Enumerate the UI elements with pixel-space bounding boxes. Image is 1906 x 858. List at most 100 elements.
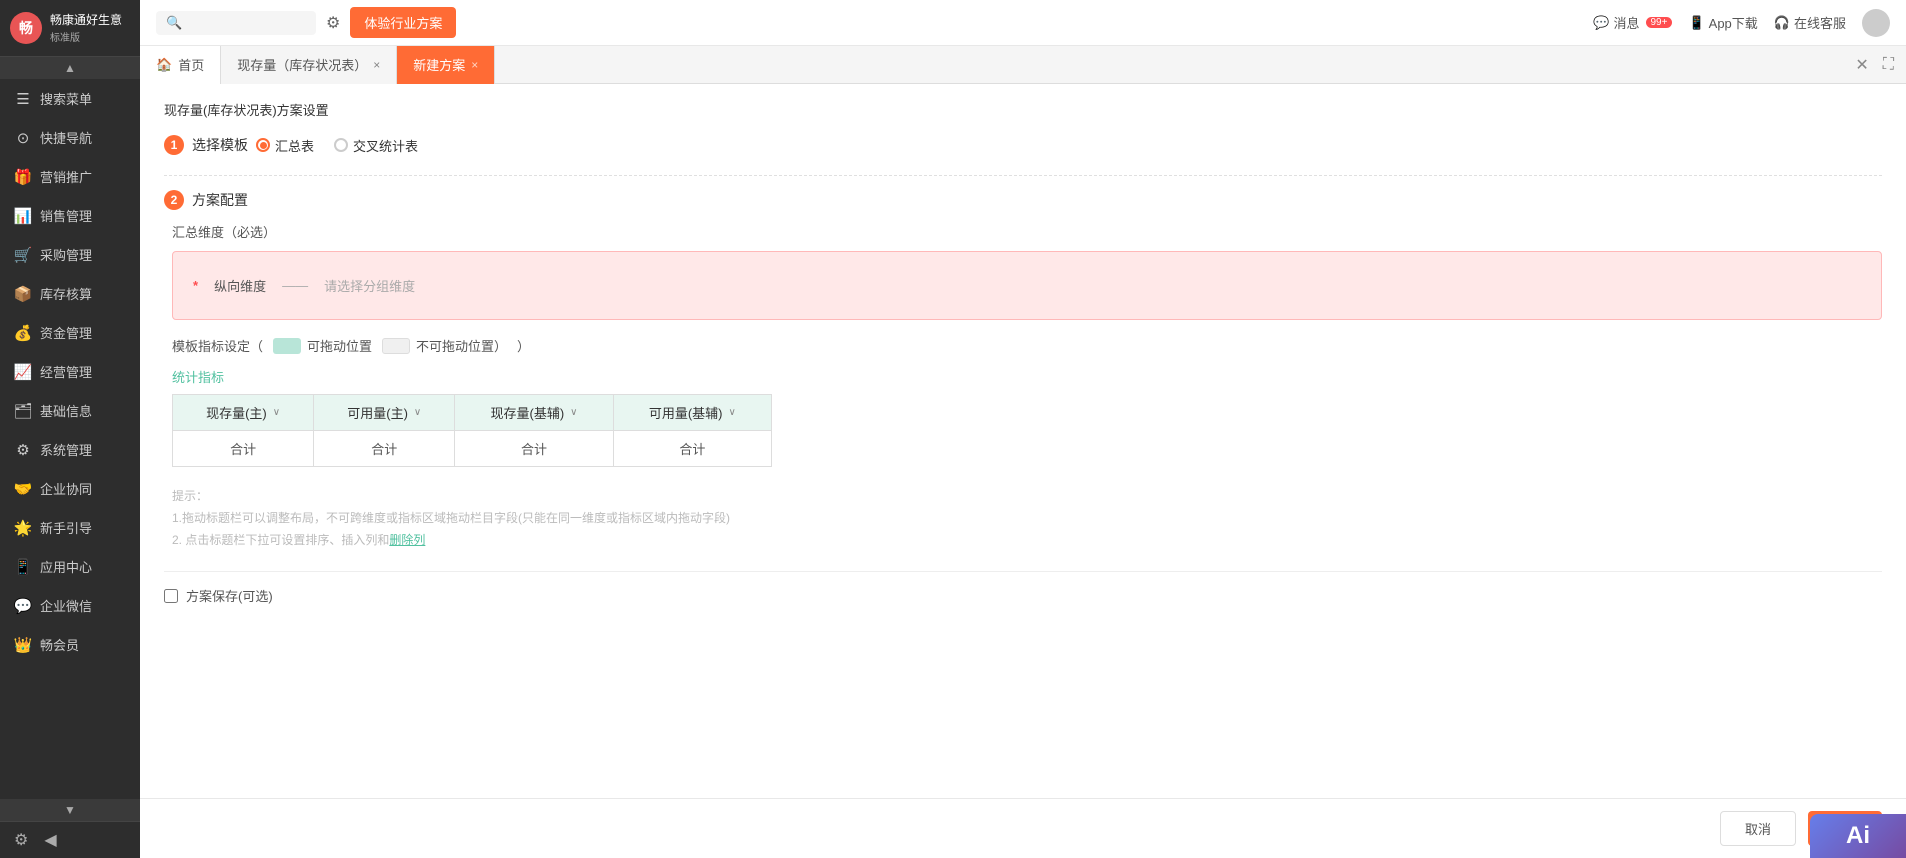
window-close-btn[interactable]: ✕ — [1851, 53, 1872, 77]
dimension-label: 纵向维度 — [214, 276, 266, 295]
section2-title: 方案配置 — [192, 190, 248, 210]
indicator-setting-close: ） — [517, 336, 530, 355]
sidebar-item-search-menu[interactable]: ☰ 搜索菜单 — [0, 79, 140, 118]
tips-item-2: 2. 点击标题栏下拉可设置排序、插入列和删除列 — [172, 530, 1882, 552]
app-download-item[interactable]: 📱 App下载 — [1688, 13, 1757, 32]
th-current-qty-aux[interactable]: 现存量(基辅) ∨ — [455, 395, 613, 431]
window-expand-btn[interactable]: ⛶ — [1879, 54, 1898, 76]
search-menu-icon: ☰ — [14, 90, 32, 108]
user-avatar[interactable] — [1862, 9, 1890, 37]
draggable-legend: 可拖动位置 — [273, 336, 372, 355]
tab-inventory-status[interactable]: 现存量（库存状况表） × — [221, 46, 397, 84]
section2-number: 2 — [164, 190, 184, 210]
marketing-icon: 🎁 — [14, 168, 32, 186]
sidebar-item-marketing[interactable]: 🎁 营销推广 — [0, 157, 140, 196]
topbar-search-box[interactable]: 🔍 — [156, 11, 316, 35]
tab-new-scheme[interactable]: 新建方案 × — [397, 46, 495, 84]
trial-button[interactable]: 体验行业方案 — [350, 7, 456, 38]
cancel-button[interactable]: 取消 — [1720, 811, 1796, 846]
sidebar-item-onboarding[interactable]: 🌟 新手引导 — [0, 508, 140, 547]
draggable-box — [273, 338, 301, 354]
wechat-icon: 💬 — [14, 597, 32, 615]
sidebar-item-label: 企业协同 — [40, 479, 92, 498]
sidebar-item-finance[interactable]: 💰 资金管理 — [0, 313, 140, 352]
radio-crosstab-circle — [334, 138, 348, 152]
radio-summary-table[interactable]: 汇总表 — [256, 136, 314, 155]
sidebar-item-sales[interactable]: 📊 销售管理 — [0, 196, 140, 235]
sidebar-item-label: 资金管理 — [40, 323, 92, 342]
summary-dimension-label: 汇总维度（必选） — [172, 222, 1882, 241]
sidebar-item-basic-info[interactable]: 🗂 基础信息 — [0, 391, 140, 430]
indicator-setting-row: 模板指标设定（ 可拖动位置 不可拖动位置） ） — [172, 336, 1882, 355]
sidebar-item-label: 应用中心 — [40, 557, 92, 576]
save-scheme-checkbox[interactable] — [164, 589, 178, 603]
sidebar-item-purchase[interactable]: 🛒 采购管理 — [0, 235, 140, 274]
content-area: 现存量(库存状况表)方案设置 1 选择模板 汇总表 交叉统计表 — [140, 84, 1906, 798]
section1-title: 选择模板 — [192, 135, 248, 155]
operations-icon: 📈 — [14, 363, 32, 381]
th-current-qty-aux-chevron[interactable]: ∨ — [570, 407, 577, 418]
messages-item[interactable]: 💬 消息 99+ — [1593, 13, 1672, 32]
tab-home[interactable]: 🏠 首页 — [140, 46, 221, 84]
save-scheme-label: 方案保存(可选) — [186, 586, 273, 605]
collapse-sidebar-icon[interactable]: ◀ — [44, 830, 56, 850]
draggable-label: 可拖动位置 — [307, 336, 372, 355]
stats-section-label: 统计指标 — [172, 367, 1882, 386]
table-row: 合计 合计 合计 合计 — [173, 431, 772, 467]
sidebar-logo: 畅 畅康通好生意 标准版 — [0, 0, 140, 57]
sidebar-item-operations[interactable]: 📈 经营管理 — [0, 352, 140, 391]
radio-summary-dot — [260, 142, 267, 149]
settings-icon[interactable]: ⚙ — [14, 830, 28, 850]
th-current-qty-aux-label: 现存量(基辅) — [491, 403, 565, 422]
th-available-qty-aux[interactable]: 可用量(基辅) ∨ — [613, 395, 771, 431]
sidebar-item-app-center[interactable]: 📱 应用中心 — [0, 547, 140, 586]
tab-new-scheme-close[interactable]: × — [471, 58, 478, 72]
sidebar-item-system[interactable]: ⚙ 系统管理 — [0, 430, 140, 469]
sidebar-item-label: 系统管理 — [40, 440, 92, 459]
sidebar-item-wechat[interactable]: 💬 企业微信 — [0, 586, 140, 625]
sidebar-item-quick-nav[interactable]: ⊙ 快捷导航 — [0, 118, 140, 157]
delete-column-link[interactable]: 删除列 — [389, 533, 425, 547]
indicator-setting-label: 模板指标设定（ — [172, 336, 263, 355]
radio-crosstab[interactable]: 交叉统计表 — [334, 136, 418, 155]
sidebar-item-label: 经营管理 — [40, 362, 92, 381]
customer-service-item[interactable]: 🎧 在线客服 — [1774, 13, 1846, 32]
finance-icon: 💰 — [14, 324, 32, 342]
home-icon: 🏠 — [156, 57, 172, 73]
sidebar-item-label: 基础信息 — [40, 401, 92, 420]
topbar-right: 💬 消息 99+ 📱 App下载 🎧 在线客服 — [1593, 9, 1890, 37]
th-available-qty-main-chevron[interactable]: ∨ — [414, 407, 421, 418]
td-current-qty-aux-total: 合计 — [455, 431, 613, 467]
purchase-icon: 🛒 — [14, 246, 32, 264]
ai-badge[interactable]: Ai — [1810, 814, 1906, 858]
app-edition: 标准版 — [50, 29, 122, 44]
tips-title: 提示： — [172, 487, 1882, 504]
sidebar-item-inventory[interactable]: 📦 库存核算 — [0, 274, 140, 313]
logo-icon: 畅 — [10, 12, 42, 44]
sidebar-item-cooperation[interactable]: 🤝 企业协同 — [0, 469, 140, 508]
td-available-qty-aux-total: 合计 — [613, 431, 771, 467]
section1-number: 1 — [164, 135, 184, 155]
sidebar-scroll-down[interactable]: ▼ — [0, 799, 140, 821]
section-scheme-config: 2 方案配置 汇总维度（必选） * 纵向维度 —— 请选择分组维度 模板指标设定… — [164, 190, 1882, 551]
th-current-qty-main[interactable]: 现存量(主) ∨ — [173, 395, 314, 431]
cooperation-icon: 🤝 — [14, 480, 32, 498]
not-draggable-label: 不可拖动位置） — [416, 336, 507, 355]
dimension-dash: —— — [282, 278, 308, 293]
sidebar-item-label: 搜索菜单 — [40, 89, 92, 108]
membership-icon: 👑 — [14, 636, 32, 654]
section-choose-template: 1 选择模板 汇总表 交叉统计表 — [164, 135, 1882, 155]
tabs-bar-right: ✕ ⛶ — [1851, 53, 1906, 77]
sidebar-scroll-up[interactable]: ▲ — [0, 57, 140, 79]
tab-inventory-status-close[interactable]: × — [373, 58, 380, 72]
th-current-qty-main-chevron[interactable]: ∨ — [273, 407, 280, 418]
dimension-required-mark: * — [193, 278, 198, 293]
search-input[interactable] — [188, 16, 306, 30]
th-available-qty-aux-chevron[interactable]: ∨ — [729, 407, 736, 418]
radio-crosstab-label: 交叉统计表 — [353, 136, 418, 155]
topbar-gear-icon[interactable]: ⚙ — [326, 13, 340, 33]
not-draggable-box — [382, 338, 410, 354]
th-available-qty-main[interactable]: 可用量(主) ∨ — [314, 395, 455, 431]
topbar: 🔍 ⚙ 体验行业方案 💬 消息 99+ 📱 App下载 🎧 在线客服 — [140, 0, 1906, 46]
sidebar-item-membership[interactable]: 👑 畅会员 — [0, 625, 140, 664]
